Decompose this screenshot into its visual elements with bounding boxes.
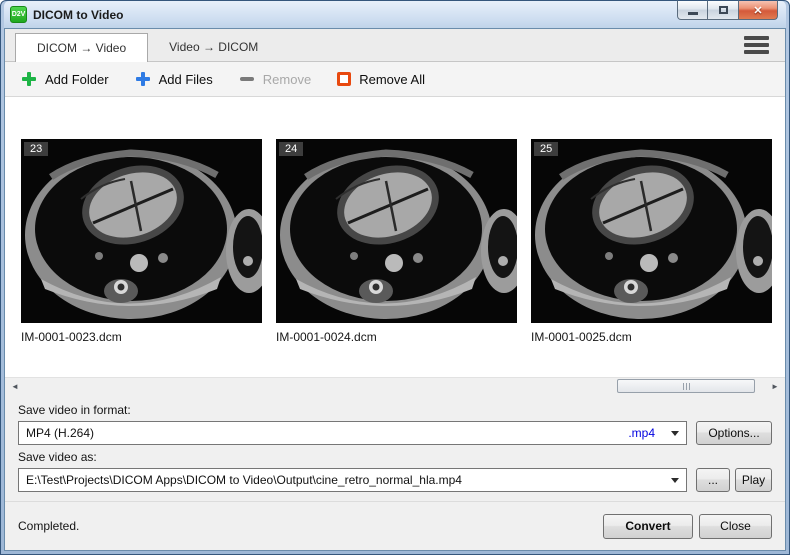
browse-button[interactable]: ... bbox=[696, 468, 730, 492]
mri-thumbnail-image[interactable]: 25 bbox=[531, 139, 772, 323]
minimize-icon bbox=[688, 12, 698, 15]
maximize-button[interactable] bbox=[708, 0, 739, 20]
add-folder-button[interactable]: Add Folder bbox=[21, 71, 109, 87]
close-window-button[interactable]: ✕ bbox=[739, 0, 778, 20]
frame-number-badge: 23 bbox=[24, 142, 48, 156]
thumbnails-row: 23 IM-0001-0023.dcm 24 IM-0001-0024.dcm … bbox=[5, 97, 785, 344]
client-area: DICOM → Video Video → DICOM Add Folder bbox=[4, 28, 786, 551]
add-folder-label: Add Folder bbox=[45, 72, 109, 87]
format-label: Save video in format: bbox=[18, 403, 772, 417]
tab-dicom-to-video[interactable]: DICOM → Video bbox=[15, 33, 148, 62]
status-bar: Completed. Convert Close bbox=[5, 501, 785, 550]
scrollbar-thumb[interactable] bbox=[617, 379, 755, 393]
add-files-button[interactable]: Add Files bbox=[135, 71, 213, 87]
title-bar: D2V DICOM to Video ✕ bbox=[4, 1, 786, 28]
minimize-button[interactable] bbox=[677, 0, 708, 20]
save-path-combobox[interactable]: E:\Test\Projects\DICOM Apps\DICOM to Vid… bbox=[18, 468, 687, 492]
thumbnail-filename: IM-0001-0024.dcm bbox=[276, 330, 517, 344]
remove-all-button[interactable]: Remove All bbox=[337, 72, 425, 87]
frame-number-badge: 24 bbox=[279, 142, 303, 156]
scroll-left-arrow-icon[interactable]: ◄ bbox=[7, 378, 23, 394]
format-extension: .mp4 bbox=[628, 426, 655, 440]
app-window: D2V DICOM to Video ✕ DICOM → Video Video… bbox=[0, 0, 790, 555]
save-path-value: E:\Test\Projects\DICOM Apps\DICOM to Vid… bbox=[26, 473, 671, 487]
window-title: DICOM to Video bbox=[33, 8, 123, 22]
tab-bar: DICOM → Video Video → DICOM bbox=[5, 29, 785, 62]
dropdown-arrow-icon[interactable] bbox=[671, 478, 679, 487]
hamburger-menu-icon[interactable] bbox=[744, 36, 769, 54]
format-combobox[interactable]: MP4 (H.264) .mp4 bbox=[18, 421, 687, 445]
frame-number-badge: 25 bbox=[534, 142, 558, 156]
add-files-plus-icon bbox=[135, 71, 151, 87]
remove-all-square-icon bbox=[337, 72, 351, 86]
mri-thumbnail-image[interactable]: 24 bbox=[276, 139, 517, 323]
dicom-file-list[interactable]: 23 IM-0001-0023.dcm 24 IM-0001-0024.dcm … bbox=[5, 97, 785, 377]
maximize-icon bbox=[719, 6, 728, 14]
toolbar: Add Folder Add Files Remove Remove All bbox=[5, 62, 785, 97]
tab-video-to-dicom[interactable]: Video → DICOM bbox=[148, 33, 279, 61]
thumbnail-filename: IM-0001-0025.dcm bbox=[531, 330, 772, 344]
list-item[interactable]: 24 IM-0001-0024.dcm bbox=[276, 139, 517, 344]
remove-button[interactable]: Remove bbox=[239, 71, 311, 87]
app-icon: D2V bbox=[10, 6, 27, 23]
format-value: MP4 (H.264) bbox=[26, 426, 628, 440]
close-icon: ✕ bbox=[753, 4, 762, 17]
list-item[interactable]: 23 IM-0001-0023.dcm bbox=[21, 139, 262, 344]
convert-button[interactable]: Convert bbox=[603, 514, 693, 539]
add-files-label: Add Files bbox=[159, 72, 213, 87]
close-button[interactable]: Close bbox=[699, 514, 772, 539]
status-message: Completed. bbox=[18, 519, 79, 533]
mri-thumbnail-image[interactable]: 23 bbox=[21, 139, 262, 323]
play-button[interactable]: Play bbox=[735, 468, 772, 492]
thumbnail-filename: IM-0001-0023.dcm bbox=[21, 330, 262, 344]
scroll-right-arrow-icon[interactable]: ► bbox=[767, 378, 783, 394]
options-button[interactable]: Options... bbox=[696, 421, 772, 445]
save-as-label: Save video as: bbox=[18, 450, 772, 464]
dropdown-arrow-icon[interactable] bbox=[671, 431, 679, 440]
horizontal-scrollbar[interactable]: ◄ ► bbox=[5, 377, 785, 394]
remove-dash-icon bbox=[239, 71, 255, 87]
remove-all-label: Remove All bbox=[359, 72, 425, 87]
add-folder-plus-icon bbox=[21, 71, 37, 87]
remove-label: Remove bbox=[263, 72, 311, 87]
save-controls-panel: Save video in format: MP4 (H.264) .mp4 O… bbox=[5, 394, 785, 501]
list-item[interactable]: 25 IM-0001-0025.dcm bbox=[531, 139, 772, 344]
window-controls: ✕ bbox=[677, 0, 778, 20]
